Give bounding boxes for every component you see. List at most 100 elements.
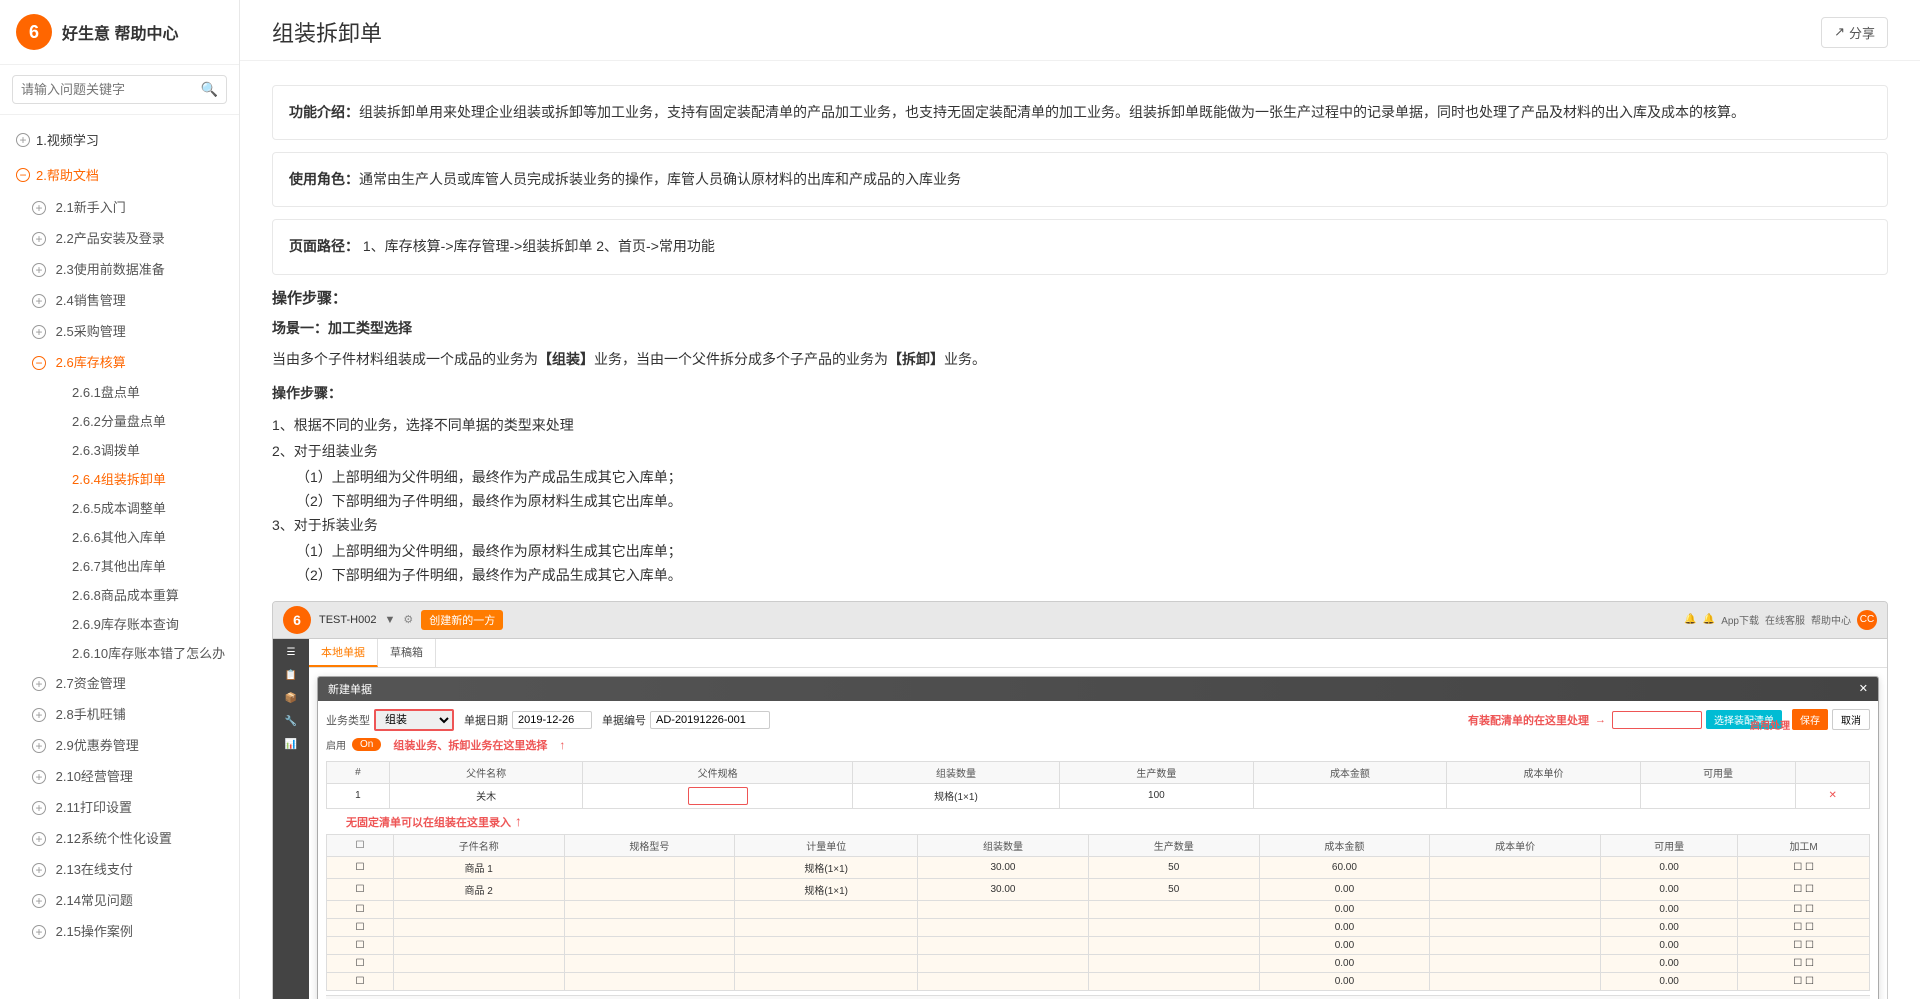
nav-section-2: − 2.帮助文档 + 2.1新手入门 + 2.2产品安装及登录 + 2.3使用前…	[0, 158, 239, 946]
sidebar-item-267[interactable]: 2.6.7其他出库单	[72, 551, 239, 580]
sidebar-item-2610[interactable]: 2.6.10库存账本错了怎么办	[72, 638, 239, 667]
sidebar-item-2-8[interactable]: + 2.8手机旺铺	[32, 698, 239, 729]
sidebar-item-2-1[interactable]: + 2.1新手入门	[32, 191, 239, 222]
screenshot-topbar: 6 TEST-H002 ▼ ⚙ 创建新的一方 🔔🔔App下载在线客服帮助中心CC	[273, 602, 1887, 639]
sc-lower-table: ☐ 子件名称 规格型号 计量单位 组装数量 生产数量 成本金额	[326, 834, 1870, 991]
sc-main-layout: ☰ 📋 📦 🔧 📊 本地单据 草稿箱	[273, 639, 1887, 999]
substeps-title: 操作步骤：	[272, 380, 1888, 407]
step3: 3、对于拆装业务	[272, 515, 1888, 535]
sc-bom-input[interactable]	[1612, 711, 1702, 729]
share-button[interactable]: ↗ 分享	[1821, 17, 1888, 48]
sc-form-group-date: 单据日期	[464, 711, 592, 729]
step3-sub2: （2）下部明细为子件明细，最终作为产成品生成其它入库单。	[272, 565, 1888, 585]
sidebar-item-269[interactable]: 2.6.9库存账本查询	[72, 609, 239, 638]
annotation5-group: 无固定清单可以在组装在这里录入 ↑	[346, 813, 1870, 830]
main-header: 组装拆卸单 ↗ 分享	[240, 0, 1920, 61]
sidebar-item-2-4[interactable]: + 2.4销售管理	[32, 284, 239, 315]
sidebar-item-2-13[interactable]: + 2.13在线支付	[32, 853, 239, 884]
sc-type-select[interactable]: 组装 拆卸	[374, 709, 454, 731]
sidebar: 6 好生意 帮助中心 🔍 + 1.视频学习 − 2.帮助文档 + 2.1	[0, 0, 240, 999]
expand-icon-21: +	[32, 201, 46, 215]
sidebar-item-265[interactable]: 2.6.5成本调整单	[72, 493, 239, 522]
sidebar-item-268[interactable]: 2.6.8商品成本重算	[72, 580, 239, 609]
sc-col-index: #	[327, 761, 390, 783]
sc-nav-icon-1: ☰	[283, 643, 300, 662]
sidebar-item-261[interactable]: 2.6.1盘点单	[72, 377, 239, 406]
sidebar-item-266[interactable]: 2.6.6其他入库单	[72, 522, 239, 551]
sc-order-input[interactable]	[650, 711, 770, 729]
sc-save-btn[interactable]: 保存	[1792, 709, 1828, 730]
sc-lcol-check: ☐	[327, 834, 394, 856]
sc-close-icon[interactable]: ✕	[1859, 682, 1868, 695]
sc-cell-qty: 规格(1×1)	[852, 783, 1059, 808]
sidebar-item-2-5[interactable]: + 2.5采购管理	[32, 315, 239, 346]
expand-icon-1: +	[16, 133, 30, 147]
search-area: 🔍	[0, 65, 239, 115]
scenario1-title: 场景一：加工类型选择	[272, 318, 1888, 338]
sc-enable-label: 启用	[326, 737, 346, 752]
sidebar-item-263[interactable]: 2.6.3调拨单	[72, 435, 239, 464]
sc-cancel-btn[interactable]: 取消	[1832, 709, 1870, 730]
sidebar-item-helpdoc[interactable]: − 2.帮助文档	[0, 158, 239, 191]
sc-col-pqty: 生产数量	[1060, 761, 1254, 783]
sidebar-item-2-11[interactable]: + 2.11打印设置	[32, 791, 239, 822]
nav-tree: + 1.视频学习 − 2.帮助文档 + 2.1新手入门 + 2.2产品安装及登录	[0, 115, 239, 999]
sc-form-group-type: 业务类型 组装 拆卸	[326, 709, 454, 731]
path-value: 1、库存核算->库存管理->组装拆卸单 2、首页->常用功能	[363, 238, 715, 254]
sc-nav-icon-3: 📦	[281, 689, 301, 708]
search-icon[interactable]: 🔍	[201, 81, 218, 98]
table-row: ☐商品 2规格(1×1)30.00500.000.00☐ ☐	[327, 878, 1870, 900]
annotation5-arrow: ↑	[515, 813, 522, 829]
sc-content: 本地单据 草稿箱 新建单据 ✕	[309, 639, 1887, 999]
step1: 1、根据不同的业务，选择不同单据的类型来处理	[272, 415, 1888, 435]
sc-create-btn[interactable]: 创建新的一方	[421, 610, 503, 630]
sc-cell-name: 关木	[389, 783, 583, 808]
sidebar-item-2-6[interactable]: − 2.6库存核算	[32, 346, 239, 377]
expand-icon-214: +	[32, 894, 46, 908]
sc-form-area: 业务类型 组装 拆卸 单据日期	[318, 701, 1878, 999]
sidebar-item-262[interactable]: 2.6.2分量盘点单	[72, 406, 239, 435]
share-icon: ↗	[1834, 24, 1845, 40]
sidebar-item-2-7[interactable]: + 2.7资金管理	[32, 667, 239, 698]
sc-toggle-on[interactable]: On	[352, 738, 381, 751]
nav-grandchildren-26: 2.6.1盘点单 2.6.2分量盘点单 2.6.3调拨单 2.6.4组装拆卸单 …	[32, 377, 239, 667]
sc-lcol-unitcost: 成本单价	[1430, 834, 1601, 856]
sc-tab-local[interactable]: 本地单据	[309, 639, 378, 667]
expand-icon-24: +	[32, 294, 46, 308]
sc-bottom-bar: 合计 89.00 0.00 0.00 0.00	[326, 995, 1870, 999]
sidebar-item-2-9[interactable]: + 2.9优惠券管理	[32, 729, 239, 760]
sidebar-item-2-12[interactable]: + 2.12系统个性化设置	[32, 822, 239, 853]
sc-window-title: 新建单据 ✕	[318, 677, 1878, 701]
annotation1-text: 有装配清单的在这里处理	[1468, 712, 1589, 728]
sc-lcol-pqty: 生产数量	[1088, 834, 1259, 856]
nav-section-1: + 1.视频学习	[0, 123, 239, 156]
sidebar-item-2-14[interactable]: + 2.14常见问题	[32, 884, 239, 915]
annotation3-text: 启用处理	[1750, 717, 1790, 732]
sc-spec-input[interactable]	[688, 787, 748, 805]
path-section: 页面路径： 1、库存核算->库存管理->组装拆卸单 2、首页->常用功能	[272, 219, 1888, 274]
sc-order-label: 单据编号	[602, 712, 646, 728]
sc-left-nav: ☰ 📋 📦 🔧 📊	[273, 639, 309, 999]
sidebar-item-video[interactable]: + 1.视频学习	[0, 123, 239, 156]
search-input[interactable]	[21, 82, 201, 97]
expand-icon-212: +	[32, 832, 46, 846]
sc-cell-del[interactable]: ✕	[1796, 783, 1870, 808]
sc-tab-draft[interactable]: 草稿箱	[378, 639, 436, 667]
sidebar-item-2-2[interactable]: + 2.2产品安装及登录	[32, 222, 239, 253]
sidebar-item-2-15[interactable]: + 2.15操作案例	[32, 915, 239, 946]
intro1-text: 组装拆卸单用来处理企业组装或拆卸等加工业务，支持有固定装配清单的产品加工业务，也…	[359, 104, 1745, 120]
table-row: ☐0.000.00☐ ☐	[327, 918, 1870, 936]
annotation5-text: 无固定清单可以在组装在这里录入	[346, 817, 511, 829]
sc-col-avail: 可用量	[1640, 761, 1796, 783]
sc-date-label: 单据日期	[464, 712, 508, 728]
steps-section: 操作步骤： 场景一：加工类型选择 当由多个子件材料组装成一个成品的业务为【组装】…	[272, 287, 1888, 999]
steps-title: 操作步骤：	[272, 287, 1888, 308]
logo-text: 好生意 帮助中心	[62, 20, 178, 44]
sidebar-item-2-3[interactable]: + 2.3使用前数据准备	[32, 253, 239, 284]
logo-icon: 6	[16, 14, 52, 50]
sc-col-name: 父件名称	[389, 761, 583, 783]
sc-date-input[interactable]	[512, 711, 592, 729]
sidebar-item-264[interactable]: 2.6.4组装拆卸单	[72, 464, 239, 493]
sidebar-item-2-10[interactable]: + 2.10经营管理	[32, 760, 239, 791]
table-row: ☐商品 1规格(1×1)30.005060.000.00☐ ☐	[327, 856, 1870, 878]
